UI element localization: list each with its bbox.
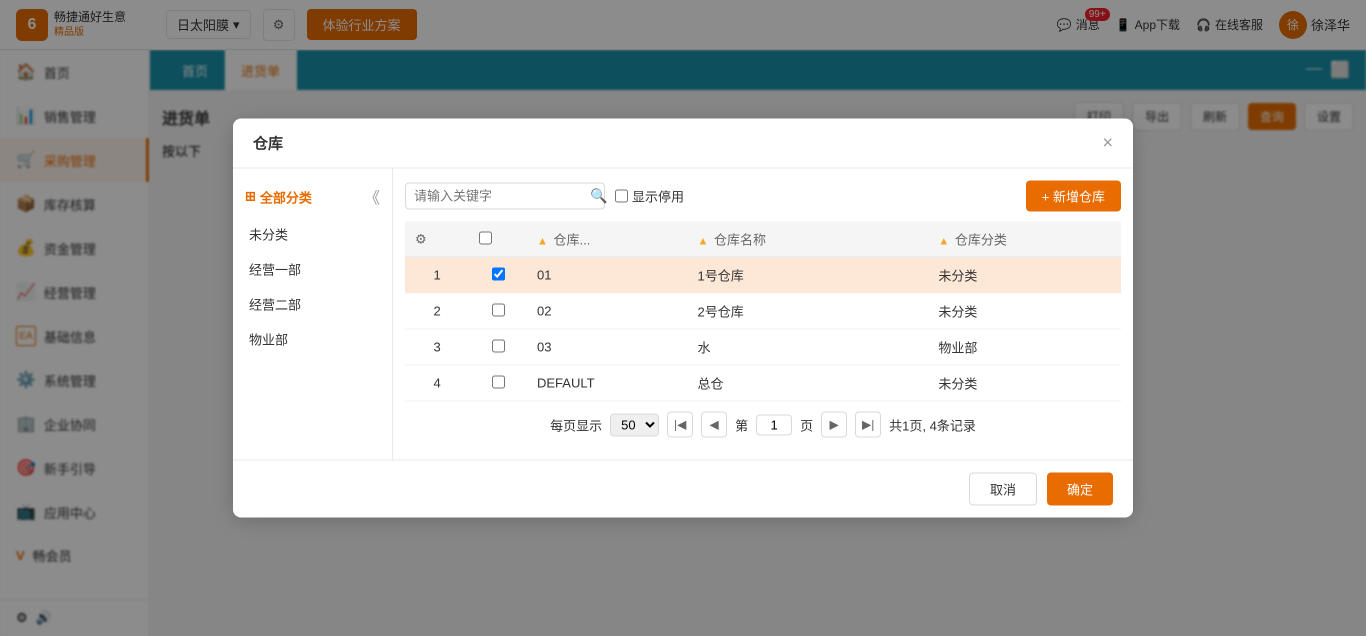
table-row[interactable]: 2 02 2号仓库 未分类 [405,293,1121,329]
warehouse-dialog: 仓库 × ⊞ 全部分类 《 未分类 经营一部 经营二部 物业部 [233,119,1133,518]
warehouse-table-body: 1 01 1号仓库 未分类 2 02 2号仓库 未分类 3 03 水 物业部 4… [405,257,1121,401]
cell-check[interactable] [469,293,527,329]
cell-check[interactable] [469,329,527,365]
page-label: 第 [735,415,748,434]
cell-code: 03 [527,329,688,365]
last-page-button[interactable]: ▶| [855,412,881,438]
cell-name: 水 [688,329,929,365]
page-suffix: 页 [800,415,813,434]
page-input[interactable] [756,414,792,435]
dialog-title: 仓库 [253,133,283,154]
sort-code-icon: ▲ [537,236,548,248]
th-category: ▲ 仓库分类 [928,222,1121,258]
cell-seq: 1 [405,257,469,293]
sort-cat-icon: ▲ [938,236,949,248]
cell-category: 未分类 [928,293,1121,329]
grid-icon: ⊞ [245,189,256,205]
warehouse-table: ⚙ ▲ 仓库... ▲ 仓库名称 [405,222,1121,402]
dialog-body: ⊞ 全部分类 《 未分类 经营一部 经营二部 物业部 🔍 显示停用 [233,169,1133,460]
first-page-button[interactable]: |◀ [667,412,693,438]
dialog-footer: 取消 确定 [233,460,1133,518]
table-row[interactable]: 4 DEFAULT 总仓 未分类 [405,365,1121,401]
cell-name: 1号仓库 [688,257,929,293]
cell-seq: 2 [405,293,469,329]
cell-seq: 4 [405,365,469,401]
show-disabled-checkbox[interactable] [615,190,628,203]
category-uncategorized[interactable]: 未分类 [233,217,392,252]
table-header-row: ⚙ ▲ 仓库... ▲ 仓库名称 [405,222,1121,258]
table-panel: 🔍 显示停用 + 新增仓库 ⚙ [393,169,1133,460]
dialog-header: 仓库 × [233,119,1133,169]
total-info: 共1页, 4条记录 [889,415,976,434]
category-property[interactable]: 物业部 [233,322,392,357]
select-all-checkbox[interactable] [479,231,492,244]
th-code: ▲ 仓库... [527,222,688,258]
search-input-wrap[interactable]: 🔍 [405,183,605,210]
row-checkbox[interactable] [492,375,505,388]
cell-code: 01 [527,257,688,293]
table-row[interactable]: 1 01 1号仓库 未分类 [405,257,1121,293]
search-input[interactable] [414,189,590,204]
pagination-bar: 每页显示 50 |◀ ◀ 第 页 ▶ ▶| 共1页, 4条记录 [405,402,1121,448]
next-page-button[interactable]: ▶ [821,412,847,438]
dialog-close-button[interactable]: × [1102,133,1113,154]
category-all[interactable]: ⊞ 全部分类 《 [233,177,392,217]
add-warehouse-button[interactable]: + 新增仓库 [1026,181,1121,212]
category-dept2[interactable]: 经营二部 [233,287,392,322]
cell-category: 未分类 [928,257,1121,293]
row-checkbox[interactable] [492,339,505,352]
collapse-button[interactable]: 《 [364,185,380,209]
cell-check[interactable] [469,365,527,401]
prev-page-button[interactable]: ◀ [701,412,727,438]
gear-th-icon[interactable]: ⚙ [415,231,427,246]
table-row[interactable]: 3 03 水 物业部 [405,329,1121,365]
confirm-button[interactable]: 确定 [1047,473,1113,506]
category-dept1[interactable]: 经营一部 [233,252,392,287]
sort-name-icon: ▲ [698,236,709,248]
row-checkbox[interactable] [492,303,505,316]
show-disabled-label[interactable]: 显示停用 [615,187,684,206]
cell-check[interactable] [469,257,527,293]
per-page-label: 每页显示 [550,415,602,434]
search-icon[interactable]: 🔍 [590,188,607,205]
cell-name: 总仓 [688,365,929,401]
cell-code: DEFAULT [527,365,688,401]
cell-code: 02 [527,293,688,329]
cell-seq: 3 [405,329,469,365]
category-panel: ⊞ 全部分类 《 未分类 经营一部 经营二部 物业部 [233,169,393,460]
cell-name: 2号仓库 [688,293,929,329]
per-page-select[interactable]: 50 [610,413,659,436]
cell-category: 未分类 [928,365,1121,401]
th-check [469,222,527,258]
table-toolbar: 🔍 显示停用 + 新增仓库 [405,181,1121,212]
th-settings: ⚙ [405,222,469,258]
row-checkbox[interactable] [492,267,505,280]
cancel-button[interactable]: 取消 [969,473,1037,506]
cell-category: 物业部 [928,329,1121,365]
th-name: ▲ 仓库名称 [688,222,929,258]
